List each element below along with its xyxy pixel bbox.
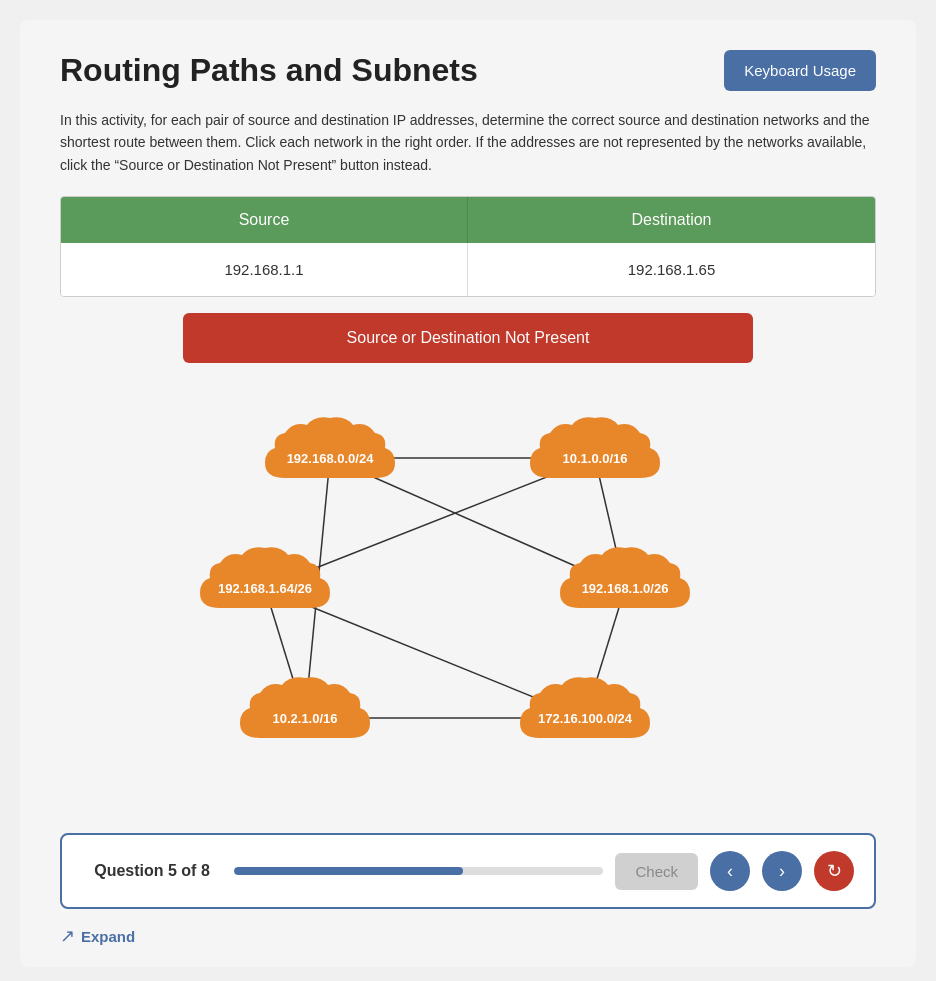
instructions-text: In this activity, for each pair of sourc… xyxy=(60,109,876,176)
check-button[interactable]: Check xyxy=(615,853,698,890)
cloud-net2[interactable]: 10.1.0.0/16 xyxy=(520,413,670,503)
table-body: 192.168.1.1 192.168.1.65 xyxy=(61,243,875,296)
destination-value: 192.168.1.65 xyxy=(468,243,875,296)
cloud-net3[interactable]: 192.168.1.64/26 xyxy=(190,543,340,633)
source-header: Source xyxy=(61,197,468,243)
next-button[interactable]: › xyxy=(762,851,802,891)
expand-bar[interactable]: ↗ Expand xyxy=(60,925,876,947)
not-present-button[interactable]: Source or Destination Not Present xyxy=(183,313,753,363)
prev-button[interactable]: ‹ xyxy=(710,851,750,891)
question-label: Question 5 of 8 xyxy=(82,862,222,880)
reset-button[interactable]: ↻ xyxy=(814,851,854,891)
page-container: Routing Paths and Subnets Keyboard Usage… xyxy=(20,20,916,967)
cloud-net4[interactable]: 192.168.1.0/26 xyxy=(550,543,700,633)
source-value: 192.168.1.1 xyxy=(61,243,468,296)
progress-bar xyxy=(234,867,603,875)
ip-table: Source Destination 192.168.1.1 192.168.1… xyxy=(60,196,876,297)
connections-svg xyxy=(60,383,876,813)
bottom-bar: Question 5 of 8 Check ‹ › ↻ xyxy=(60,833,876,909)
expand-icon: ↗ xyxy=(60,925,75,947)
keyboard-usage-button[interactable]: Keyboard Usage xyxy=(724,50,876,91)
destination-header: Destination xyxy=(468,197,875,243)
cloud-net6[interactable]: 172.16.100.0/24 xyxy=(510,673,660,763)
progress-bar-fill xyxy=(234,867,463,875)
table-header: Source Destination xyxy=(61,197,875,243)
expand-label: Expand xyxy=(81,928,135,945)
page-title: Routing Paths and Subnets xyxy=(60,52,478,89)
header-row: Routing Paths and Subnets Keyboard Usage xyxy=(60,50,876,91)
cloud-net1[interactable]: 192.168.0.0/24 xyxy=(255,413,405,503)
cloud-net5[interactable]: 10.2.1.0/16 xyxy=(230,673,380,763)
network-diagram: 192.168.0.0/24 10.1.0.0/16 192.168.1.64/26… xyxy=(60,383,876,813)
